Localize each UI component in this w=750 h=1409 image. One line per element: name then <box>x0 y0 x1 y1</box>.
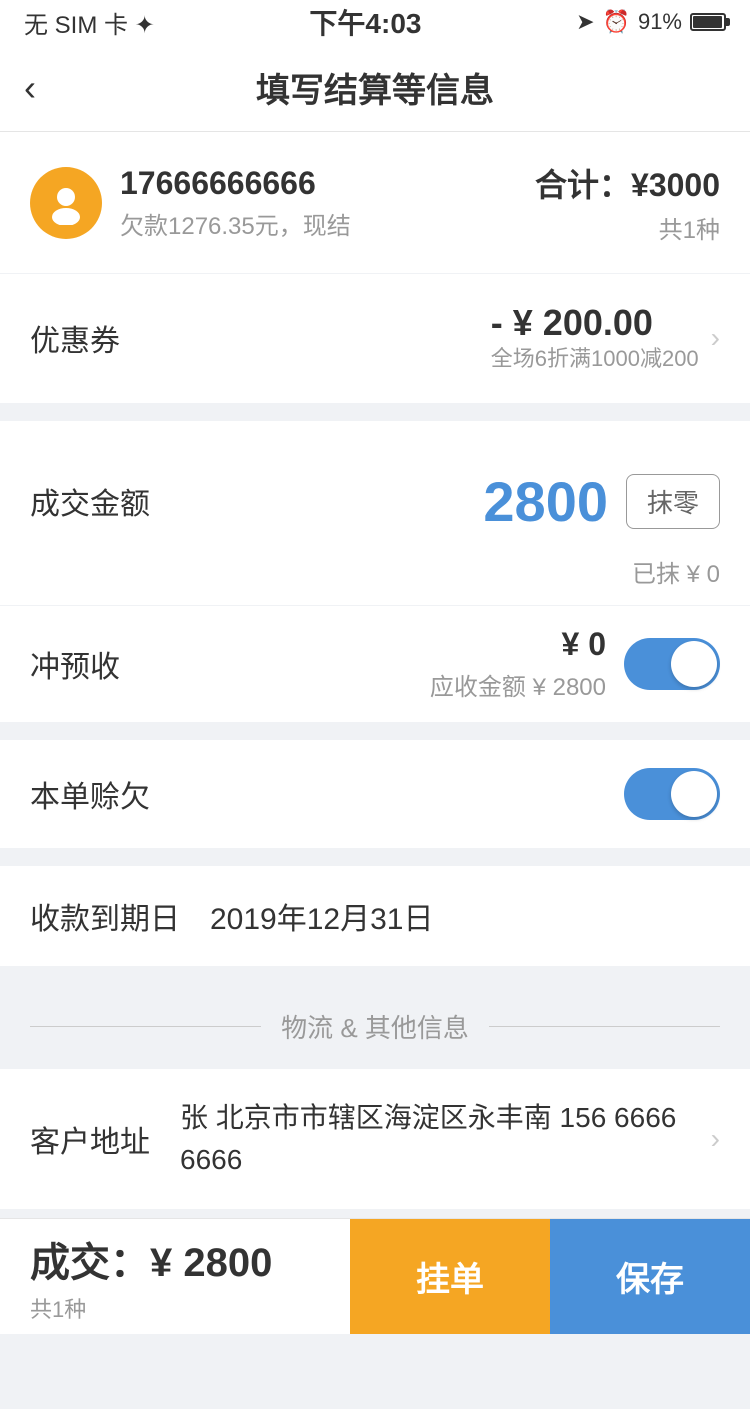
duedate-label: 收款到期日 <box>30 894 180 938</box>
bottom-summary: 成交：¥ 2800 共1种 <box>0 1219 350 1334</box>
amount-row: 成交金额 2800 抹零 <box>30 449 720 554</box>
total-prefix: 合计： <box>535 167 631 203</box>
logistics-title: 物流 & 其他信息 <box>281 1008 469 1045</box>
bottom-count: 共1种 <box>30 1292 320 1324</box>
page-title: 填写结算等信息 <box>256 63 494 112</box>
coupon-label: 优惠券 <box>30 316 120 360</box>
location-icon: ➤ <box>576 9 594 35</box>
bottom-deal-value: ¥ 2800 <box>150 1241 272 1285</box>
address-chevron-icon: › <box>711 1123 720 1155</box>
amount-right: 2800 抹零 <box>483 469 720 534</box>
prepay-right: ¥ 0 应收金额 ¥ 2800 <box>430 626 720 702</box>
prepay-amount: ¥ 0 <box>430 626 606 663</box>
prepay-sub: 应收金额 ¥ 2800 <box>430 667 606 702</box>
duedate-row: 收款到期日 2019年12月31日 <box>0 866 750 966</box>
amount-section: 成交金额 2800 抹零 已抹 ¥ 0 <box>0 421 750 605</box>
avatar-icon <box>44 181 88 225</box>
alarm-icon: ⏰ <box>603 9 630 35</box>
coupon-desc: 全场6折满1000减200 <box>491 344 699 375</box>
prepay-info: ¥ 0 应收金额 ¥ 2800 <box>430 626 606 702</box>
status-bar: 无 SIM 卡 ✦ 下午4:03 ➤ ⏰ 91% <box>0 0 750 44</box>
back-button[interactable]: ‹ <box>24 67 36 109</box>
prepay-label: 冲预收 <box>30 642 120 686</box>
status-time: 下午4:03 <box>309 2 421 42</box>
sim-text: 无 SIM 卡 ✦ <box>24 5 155 40</box>
debt-row: 本单赊欠 <box>0 740 750 848</box>
total-label: 合计：¥3000 <box>535 160 720 206</box>
user-sub: 欠款1276.35元，现结 <box>120 206 351 241</box>
debt-toggle[interactable] <box>624 768 720 820</box>
avatar <box>30 167 102 239</box>
user-total: 合计：¥3000 共1种 <box>535 160 720 245</box>
bottom-deal-amount: 成交：¥ 2800 <box>30 1230 320 1288</box>
save-button[interactable]: 保存 <box>550 1219 750 1334</box>
prepay-row: 冲预收 ¥ 0 应收金额 ¥ 2800 <box>0 605 750 722</box>
user-info: 17666666666 欠款1276.35元，现结 <box>120 165 351 241</box>
coupon-amount: - ¥ 200.00 <box>491 302 699 344</box>
round-button[interactable]: 抹零 <box>626 474 720 529</box>
user-info-card: 17666666666 欠款1276.35元，现结 合计：¥3000 共1种 优… <box>0 132 750 403</box>
debt-toggle-knob <box>671 771 717 817</box>
status-left: 无 SIM 卡 ✦ <box>24 5 155 40</box>
prepay-toggle[interactable] <box>624 638 720 690</box>
logistics-header: 物流 & 其他信息 <box>0 984 750 1069</box>
deal-label: 成交金额 <box>30 479 150 523</box>
status-right: ➤ ⏰ 91% <box>576 9 726 35</box>
deal-amount-card: 成交金额 2800 抹零 已抹 ¥ 0 冲预收 ¥ 0 应收金额 ¥ 2800 <box>0 421 750 722</box>
nav-bar: ‹ 填写结算等信息 <box>0 44 750 132</box>
deal-sub: 已抹 ¥ 0 <box>30 554 720 605</box>
total-sub: 共1种 <box>535 210 720 245</box>
duedate-value: 2019年12月31日 <box>210 894 433 938</box>
battery-text: 91% <box>638 9 682 35</box>
user-phone: 17666666666 <box>120 165 351 202</box>
bottom-deal-prefix: 成交： <box>30 1241 150 1285</box>
battery-icon <box>690 13 726 31</box>
address-value: 张 北京市市辖区海淀区永丰南 156 6666 6666 <box>180 1097 711 1181</box>
coupon-right: - ¥ 200.00 全场6折满1000减200 › <box>491 302 720 375</box>
coupon-row[interactable]: 优惠券 - ¥ 200.00 全场6折满1000减200 › <box>0 273 750 403</box>
bottom-bar: 成交：¥ 2800 共1种 挂单 保存 <box>0 1218 750 1334</box>
user-left: 17666666666 欠款1276.35元，现结 <box>30 165 351 241</box>
deal-value: 2800 <box>483 469 608 534</box>
toggle-knob <box>671 641 717 687</box>
total-value: ¥3000 <box>631 167 720 203</box>
address-row[interactable]: 客户地址 张 北京市市辖区海淀区永丰南 156 6666 6666 › <box>0 1069 750 1209</box>
user-row: 17666666666 欠款1276.35元，现结 合计：¥3000 共1种 <box>0 132 750 273</box>
hold-button[interactable]: 挂单 <box>350 1219 550 1334</box>
chevron-right-icon: › <box>711 322 720 354</box>
address-label: 客户地址 <box>30 1117 150 1161</box>
debt-label: 本单赊欠 <box>30 772 150 816</box>
